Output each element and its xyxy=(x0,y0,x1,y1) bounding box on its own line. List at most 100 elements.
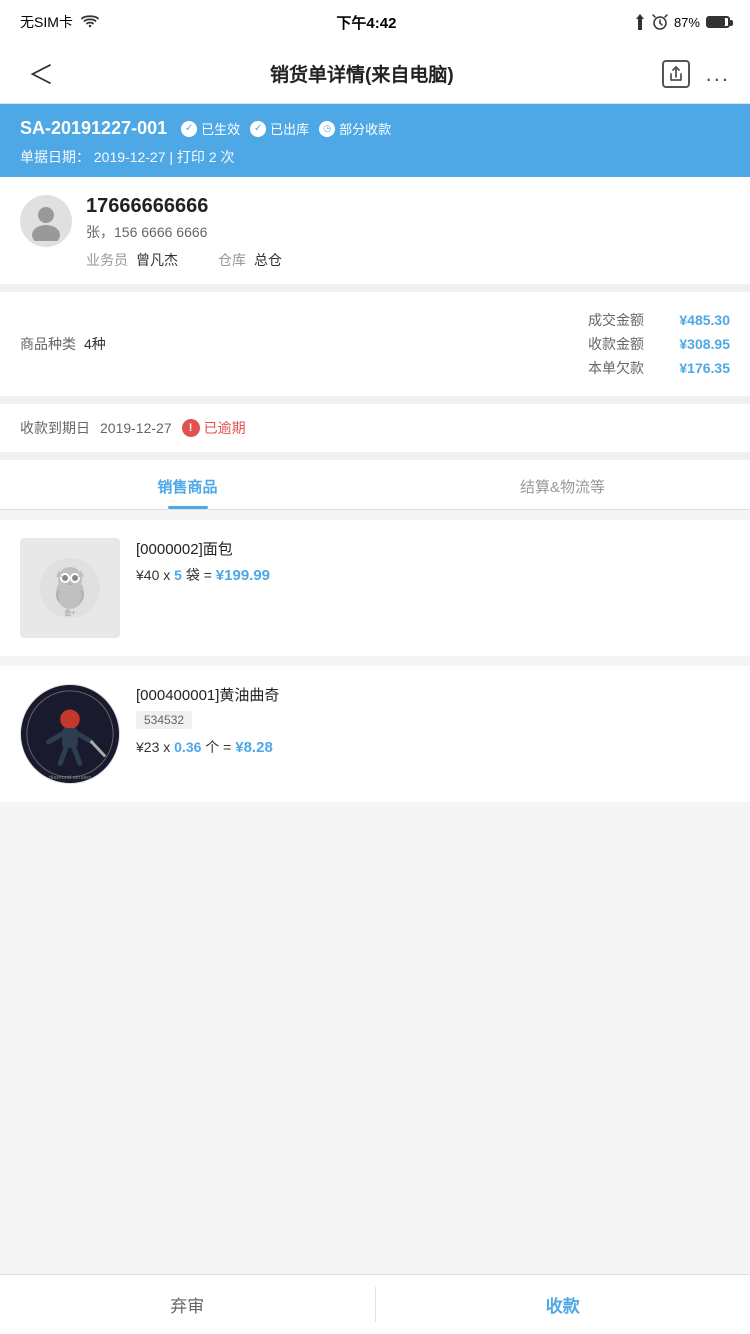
order-date: 2019-12-27 xyxy=(94,149,166,165)
sim-status: 无SIM卡 xyxy=(20,12,73,32)
product-type-summary: 商品种类 4种 xyxy=(20,310,106,378)
product-image-1: 鱼+ xyxy=(20,538,120,638)
due-section: 收款到期日 2019-12-27 ! 已逾期 xyxy=(0,404,750,460)
unit-1: 袋 xyxy=(186,567,200,583)
product-type-count: 4种 xyxy=(84,334,106,354)
owl-icon: 鱼+ xyxy=(35,553,105,623)
product-details-2: [000400001]黄油曲奇 534532 ¥23 x 0.36 个 = ¥8… xyxy=(136,684,730,757)
clock-icon: ◷ xyxy=(319,121,335,137)
order-id: SA-20191227-001 xyxy=(20,118,167,139)
share-icon xyxy=(668,66,684,82)
status-right: 87% xyxy=(634,14,730,30)
received-label: 收款金额 xyxy=(588,334,644,354)
wifi-icon xyxy=(81,15,99,29)
bottom-spacer xyxy=(0,803,750,883)
ninja-graphic: diamond whales xyxy=(21,684,119,784)
battery-icon xyxy=(706,16,730,28)
received-row: 收款金额 ¥308.95 xyxy=(588,334,730,354)
badge-partial: ◷ 部分收款 xyxy=(319,119,391,138)
badge-shipped: ✓ 已出库 xyxy=(250,119,309,138)
badge-active-label: 已生效 xyxy=(201,119,240,138)
total-1: ¥199.99 xyxy=(216,567,270,584)
nav-actions: ... xyxy=(662,60,730,88)
x-separator-1: x xyxy=(163,567,174,583)
warehouse-label: 仓库 xyxy=(218,250,246,270)
product-price-row-1: ¥40 x 5 袋 = ¥199.99 xyxy=(136,565,730,585)
overdue-badge: ! 已逾期 xyxy=(182,418,246,438)
back-button[interactable]: ＜ xyxy=(20,51,62,96)
tabs-section: 销售商品 结算&物流等 xyxy=(0,460,750,510)
eq-separator-1: = xyxy=(204,567,216,583)
product-type-label: 商品种类 xyxy=(20,334,76,354)
owed-row: 本单欠款 ¥176.35 xyxy=(588,358,730,378)
owed-label: 本单欠款 xyxy=(588,358,644,378)
svg-text:鱼+: 鱼+ xyxy=(64,608,75,617)
product-name-1: [0000002]面包 xyxy=(136,538,730,559)
badge-partial-label: 部分收款 xyxy=(339,119,391,138)
order-header: SA-20191227-001 ✓ 已生效 ✓ 已出库 ◷ 部分收款 单据日期：… xyxy=(0,104,750,177)
customer-section: 17666666666 张，156 6666 6666 业务员 曾凡杰 仓库 总… xyxy=(0,177,750,292)
customer-meta: 业务员 曾凡杰 仓库 总仓 xyxy=(86,250,730,270)
badge-shipped-label: 已出库 xyxy=(270,119,309,138)
check-icon-active: ✓ xyxy=(181,121,197,137)
nav-bar: ＜ 销货单详情(来自电脑) ... xyxy=(0,44,750,104)
print-count: | 打印 2 次 xyxy=(169,149,234,165)
tab-products[interactable]: 销售商品 xyxy=(0,460,375,509)
quantity-2: 0.36 xyxy=(174,739,201,755)
product-item-2: diamond whales [000400001]黄油曲奇 534532 ¥2… xyxy=(0,666,750,802)
due-date-label: 收款到期日 xyxy=(20,418,90,438)
due-date-value: 2019-12-27 xyxy=(100,420,172,436)
customer-avatar xyxy=(20,195,72,247)
svg-text:diamond whales: diamond whales xyxy=(49,775,92,781)
cancel-button[interactable]: 弃审 xyxy=(0,1275,375,1334)
received-amount: ¥308.95 xyxy=(660,336,730,352)
unit-price-2: ¥23 xyxy=(136,739,159,755)
customer-id: 17666666666 xyxy=(86,195,730,218)
product-placeholder-1: 鱼+ xyxy=(20,538,120,638)
product-image-2: diamond whales xyxy=(20,684,120,784)
order-date-row: 单据日期： 2019-12-27 | 打印 2 次 xyxy=(20,147,730,167)
location-icon xyxy=(634,14,646,30)
transaction-amount: ¥485.30 xyxy=(660,312,730,328)
bottom-bar: 弃审 收款 xyxy=(0,1274,750,1334)
total-2: ¥8.28 xyxy=(235,739,273,756)
summary-section: 商品种类 4种 成交金额 ¥485.30 收款金额 ¥308.95 本单欠款 ¥… xyxy=(0,292,750,404)
product-name-2: [000400001]黄油曲奇 xyxy=(136,684,730,705)
date-label: 单据日期： xyxy=(20,149,90,165)
owed-amount: ¥176.35 xyxy=(660,360,730,376)
status-badges: ✓ 已生效 ✓ 已出库 ◷ 部分收款 xyxy=(181,119,391,138)
transaction-label: 成交金额 xyxy=(588,310,644,330)
unit-price-1: ¥40 xyxy=(136,567,159,583)
customer-info: 17666666666 张，156 6666 6666 业务员 曾凡杰 仓库 总… xyxy=(86,195,730,270)
battery-percent: 87% xyxy=(674,15,700,30)
status-left: 无SIM卡 xyxy=(20,12,99,32)
eq-separator-2: = xyxy=(223,739,235,755)
page-title: 销货单详情(来自电脑) xyxy=(270,60,454,87)
sales-meta: 业务员 曾凡杰 xyxy=(86,250,178,270)
warehouse-name: 总仓 xyxy=(254,250,282,270)
alarm-icon xyxy=(652,14,668,30)
product-price-row-2: ¥23 x 0.36 个 = ¥8.28 xyxy=(136,737,730,757)
confirm-button[interactable]: 收款 xyxy=(376,1275,750,1334)
overdue-dot-icon: ! xyxy=(182,419,200,437)
unit-2: 个 xyxy=(205,739,219,755)
quantity-1: 5 xyxy=(174,567,182,583)
x-separator-2: x xyxy=(163,739,174,755)
product-sku-badge: 534532 xyxy=(136,711,192,729)
warehouse-meta: 仓库 总仓 xyxy=(218,250,282,270)
financial-summary: 成交金额 ¥485.30 收款金额 ¥308.95 本单欠款 ¥176.35 xyxy=(588,310,730,378)
sales-name: 曾凡杰 xyxy=(136,250,178,270)
product-details-1: [0000002]面包 ¥40 x 5 袋 = ¥199.99 xyxy=(136,538,730,585)
overdue-label: 已逾期 xyxy=(204,418,246,438)
tab-settlement[interactable]: 结算&物流等 xyxy=(375,460,750,509)
sales-label: 业务员 xyxy=(86,250,128,270)
more-button[interactable]: ... xyxy=(706,61,730,87)
share-button[interactable] xyxy=(662,60,690,88)
product-item-1: 鱼+ [0000002]面包 ¥40 x 5 袋 = ¥199.99 xyxy=(0,520,750,656)
status-time: 下午4:42 xyxy=(336,12,396,33)
customer-name-phone: 张，156 6666 6666 xyxy=(86,222,730,242)
transaction-row: 成交金额 ¥485.30 xyxy=(588,310,730,330)
person-icon xyxy=(26,201,66,241)
status-bar: 无SIM卡 下午4:42 87% xyxy=(0,0,750,44)
check-icon-shipped: ✓ xyxy=(250,121,266,137)
